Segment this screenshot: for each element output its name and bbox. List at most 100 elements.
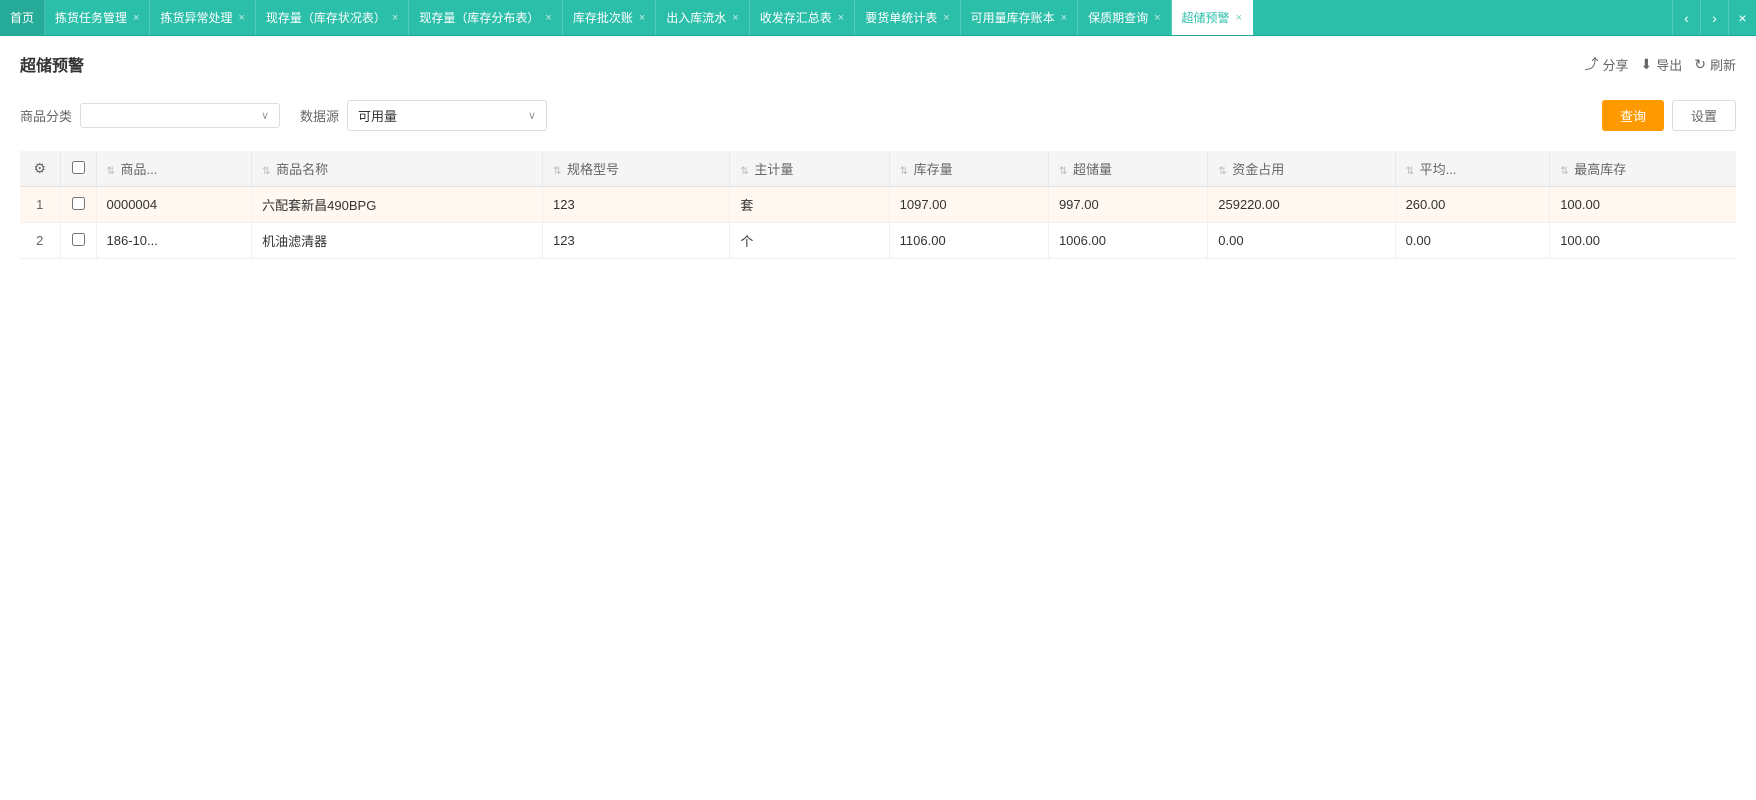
col-avg[interactable]: ⇅ 平均... xyxy=(1395,151,1550,187)
export-icon: ⬇ xyxy=(1641,56,1653,73)
table-row: 1 0000004 六配套新昌490BPG 123 套 1097.00 997.… xyxy=(20,187,1736,223)
nav-arrow-close[interactable]: × xyxy=(1728,0,1756,36)
select-all-checkbox[interactable] xyxy=(72,161,85,174)
sort-icon-unit: ⇅ xyxy=(740,166,748,177)
sort-icon-capital: ⇅ xyxy=(1218,166,1226,177)
nav-close-stock-batch[interactable]: × xyxy=(639,12,645,24)
page-title: 超储预警 xyxy=(20,52,84,76)
row-max-stock: 100.00 xyxy=(1550,187,1736,223)
col-overstock[interactable]: ⇅ 超储量 xyxy=(1048,151,1207,187)
col-capital[interactable]: ⇅ 资金占用 xyxy=(1208,151,1395,187)
row-checkbox[interactable] xyxy=(72,197,85,210)
nav-stock-batch[interactable]: 库存批次账 × xyxy=(563,0,656,35)
row-stock: 1097.00 xyxy=(889,187,1048,223)
nav-stock-dist[interactable]: 现存量（库存分布表） × xyxy=(409,0,562,35)
col-unit[interactable]: ⇅ 主计量 xyxy=(730,151,889,187)
sort-icon-stock: ⇅ xyxy=(900,166,908,177)
row-product-name: 机油滤清器 xyxy=(252,223,543,259)
gear-icon[interactable]: ⚙ xyxy=(33,160,46,176)
query-button[interactable]: 查询 xyxy=(1602,100,1664,131)
nav-close-stock-dist[interactable]: × xyxy=(545,12,551,24)
nav-close-overstock[interactable]: × xyxy=(1236,12,1242,24)
nav-close-inout-flow[interactable]: × xyxy=(732,12,738,24)
nav-inout-flow[interactable]: 出入库流水 × xyxy=(656,0,749,35)
filter-row: 商品分类 ∨ 数据源 可用量 ∨ 查询 设置 xyxy=(20,92,1736,139)
row-avg: 260.00 xyxy=(1395,187,1550,223)
nav-close-abnormal[interactable]: × xyxy=(238,12,244,24)
sort-icon-spec: ⇅ xyxy=(553,166,561,177)
nav-close-task-mgmt[interactable]: × xyxy=(133,12,139,24)
row-product-name: 六配套新昌490BPG xyxy=(252,187,543,223)
row-capital: 0.00 xyxy=(1208,223,1395,259)
export-button[interactable]: ⬇ 导出 xyxy=(1641,55,1683,74)
header-actions: ⤴ 分享 ⬇ 导出 ↻ 刷新 xyxy=(1584,54,1736,74)
row-num: 1 xyxy=(20,187,60,223)
sort-icon-code: ⇅ xyxy=(107,166,115,177)
nav-arrows: ‹ › × xyxy=(1672,0,1756,36)
nav-close-available-stock[interactable]: × xyxy=(1061,12,1067,24)
row-overstock: 1006.00 xyxy=(1048,223,1207,259)
nav-stock-status[interactable]: 现存量（库存状况表） × xyxy=(256,0,409,35)
settings-button[interactable]: 设置 xyxy=(1672,100,1736,131)
nav-close-requisition[interactable]: × xyxy=(943,12,949,24)
nav-close-stock-status[interactable]: × xyxy=(392,12,398,24)
sort-icon-avg: ⇅ xyxy=(1406,166,1414,177)
row-unit: 套 xyxy=(730,187,889,223)
col-checkbox[interactable] xyxy=(60,151,96,187)
nav-home[interactable]: 首页 xyxy=(0,0,45,35)
category-chevron-down-icon: ∨ xyxy=(261,109,269,122)
col-spec[interactable]: ⇅ 规格型号 xyxy=(543,151,730,187)
col-stock[interactable]: ⇅ 库存量 xyxy=(889,151,1048,187)
row-capital: 259220.00 xyxy=(1208,187,1395,223)
row-avg: 0.00 xyxy=(1395,223,1550,259)
category-select[interactable]: ∨ xyxy=(80,103,280,128)
nav-available-stock[interactable]: 可用量库存账本 × xyxy=(961,0,1078,35)
nav-close-summary[interactable]: × xyxy=(838,12,844,24)
filter-actions: 查询 设置 xyxy=(1602,100,1736,131)
sort-icon-name: ⇅ xyxy=(262,166,270,177)
nav-shelf-life[interactable]: 保质期查询 × xyxy=(1078,0,1171,35)
sort-icon-overstock: ⇅ xyxy=(1059,166,1067,177)
row-max-stock: 100.00 xyxy=(1550,223,1736,259)
nav-arrow-left[interactable]: ‹ xyxy=(1672,0,1700,36)
datasource-chevron-down-icon: ∨ xyxy=(528,109,536,122)
row-overstock: 997.00 xyxy=(1048,187,1207,223)
row-unit: 个 xyxy=(730,223,889,259)
nav-bar: 首页 拣货任务管理 × 拣货异常处理 × 现存量（库存状况表） × 现存量（库存… xyxy=(0,0,1756,36)
row-spec: 123 xyxy=(543,223,730,259)
datasource-label: 数据源 xyxy=(300,106,339,125)
category-label: 商品分类 xyxy=(20,106,72,125)
page-content: 超储预警 ⤴ 分享 ⬇ 导出 ↻ 刷新 商品分类 ∨ 数据源 xyxy=(0,36,1756,800)
row-product-code: 186-10... xyxy=(96,223,252,259)
col-product-name[interactable]: ⇅ 商品名称 xyxy=(252,151,543,187)
row-checkbox-cell[interactable] xyxy=(60,223,96,259)
nav-summary[interactable]: 收发存汇总表 × xyxy=(750,0,855,35)
datasource-value: 可用量 xyxy=(358,106,397,125)
datasource-select[interactable]: 可用量 ∨ xyxy=(347,100,547,131)
category-filter-group: 商品分类 ∨ xyxy=(20,103,280,128)
table-row: 2 186-10... 机油滤清器 123 个 1106.00 1006.00 … xyxy=(20,223,1736,259)
row-stock: 1106.00 xyxy=(889,223,1048,259)
share-button[interactable]: ⤴ 分享 xyxy=(1584,54,1628,74)
col-gear[interactable]: ⚙ xyxy=(20,151,60,187)
share-icon: ⤴ xyxy=(1584,54,1598,74)
col-product-code[interactable]: ⇅ 商品... xyxy=(96,151,252,187)
nav-requisition[interactable]: 要货单统计表 × xyxy=(855,0,960,35)
row-checkbox[interactable] xyxy=(72,233,85,246)
nav-task-mgmt[interactable]: 拣货任务管理 × xyxy=(45,0,150,35)
row-spec: 123 xyxy=(543,187,730,223)
refresh-icon: ↻ xyxy=(1694,56,1706,73)
nav-close-shelf-life[interactable]: × xyxy=(1154,12,1160,24)
sort-icon-max-stock: ⇅ xyxy=(1560,166,1568,177)
datasource-filter-group: 数据源 可用量 ∨ xyxy=(300,100,547,131)
refresh-button[interactable]: ↻ 刷新 xyxy=(1694,55,1736,74)
nav-arrow-right[interactable]: › xyxy=(1700,0,1728,36)
col-max-stock[interactable]: ⇅ 最高库存 xyxy=(1550,151,1736,187)
table-header-row: ⚙ ⇅ 商品... ⇅ 商品名称 ⇅ 规格型号 ⇅ xyxy=(20,151,1736,187)
row-checkbox-cell[interactable] xyxy=(60,187,96,223)
data-table: ⚙ ⇅ 商品... ⇅ 商品名称 ⇅ 规格型号 ⇅ xyxy=(20,151,1736,259)
row-product-code: 0000004 xyxy=(96,187,252,223)
row-num: 2 xyxy=(20,223,60,259)
nav-overstock[interactable]: 超储预警 × xyxy=(1172,0,1253,35)
nav-abnormal[interactable]: 拣货异常处理 × xyxy=(150,0,255,35)
